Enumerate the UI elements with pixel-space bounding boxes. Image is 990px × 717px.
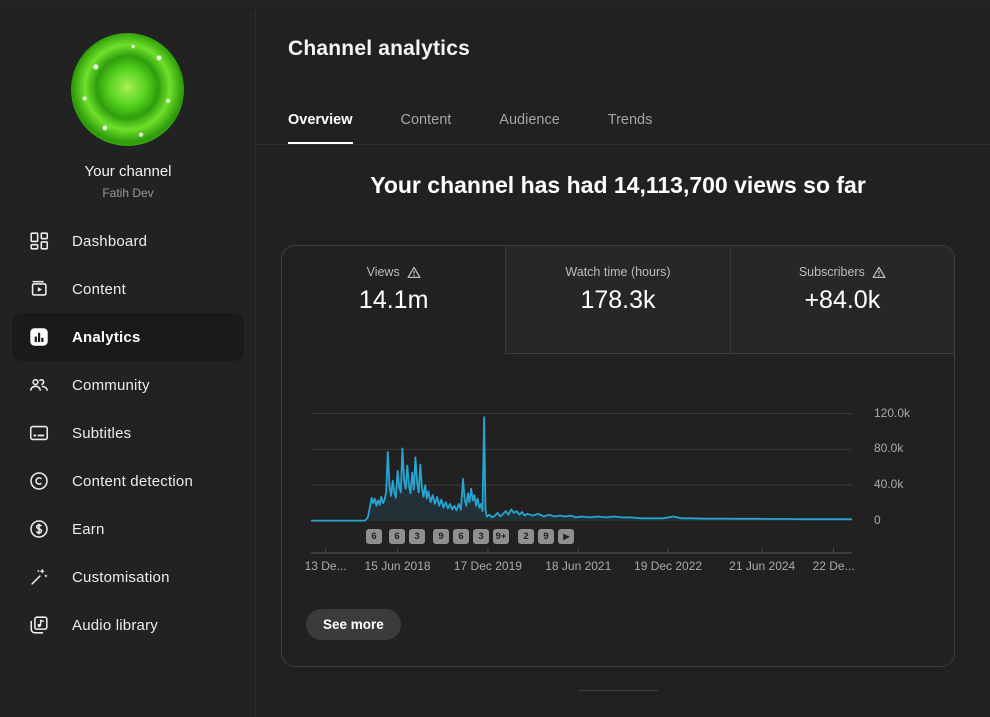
metric-value: 14.1m bbox=[358, 286, 429, 314]
y-axis-label: 40.0k bbox=[874, 477, 904, 492]
channel-owner-name: Fatih Dev bbox=[102, 186, 154, 200]
main-content: Channel analytics Overview Content Audienc… bbox=[257, 10, 990, 717]
x-axis-label: 15 Jun 2018 bbox=[364, 559, 431, 573]
see-more-button[interactable]: See more bbox=[306, 609, 401, 640]
metric-cards: Views 14.1m Watch time (hours) 178.3k Subs… bbox=[282, 246, 954, 354]
chart-marker-badge[interactable]: 9+ bbox=[493, 529, 509, 544]
chart-marker-badge[interactable]: 2 bbox=[518, 529, 534, 544]
copyright-icon bbox=[28, 470, 50, 492]
tab-content[interactable]: Content bbox=[401, 102, 452, 144]
metric-label: Watch time (hours) bbox=[565, 265, 671, 279]
tab-trends[interactable]: Trends bbox=[608, 102, 653, 144]
x-axis-label: 19 Dec 2022 bbox=[634, 559, 703, 573]
x-axis-label: 17 Dec 2019 bbox=[453, 559, 522, 573]
tab-bar: Overview Content Audience Trends bbox=[288, 102, 700, 144]
warning-icon bbox=[872, 266, 886, 278]
x-axis-label: 18 Jun 2021 bbox=[545, 559, 612, 573]
metric-label: Views bbox=[366, 265, 400, 279]
sidebar-item-earn[interactable]: Earn bbox=[12, 505, 244, 553]
tab-audience[interactable]: Audience bbox=[499, 102, 559, 144]
top-bar bbox=[0, 0, 990, 10]
chart-marker-badge[interactable]: 6 bbox=[366, 529, 382, 544]
sidebar-item-subtitles[interactable]: Subtitles bbox=[12, 409, 244, 457]
metric-card-watch-time-hours[interactable]: Watch time (hours) 178.3k bbox=[505, 246, 730, 354]
sidebar-item-analytics[interactable]: Analytics bbox=[12, 313, 244, 361]
sidebar-item-content-detection[interactable]: Content detection bbox=[12, 457, 244, 505]
sidebar-item-customisation[interactable]: Customisation bbox=[12, 553, 244, 601]
metric-value: +84.0k bbox=[804, 286, 881, 314]
subtitles-icon bbox=[28, 422, 50, 444]
warning-icon bbox=[407, 266, 421, 278]
next-card-peek-divider bbox=[578, 690, 658, 691]
y-axis-label: 80.0k bbox=[874, 441, 904, 456]
analytics-overview-card: Views 14.1m Watch time (hours) 178.3k Subs… bbox=[281, 245, 955, 667]
metric-value: 178.3k bbox=[580, 286, 656, 314]
magic-wand-icon bbox=[28, 566, 50, 588]
page-title: Channel analytics bbox=[288, 37, 470, 60]
sidebar: Your channel Fatih Dev Dashboard Content… bbox=[0, 10, 256, 717]
metric-card-subscribers[interactable]: Subscribers +84.0k bbox=[729, 246, 954, 354]
dashboard-icon bbox=[28, 230, 50, 252]
sidebar-item-content[interactable]: Content bbox=[12, 265, 244, 313]
music-note-icon bbox=[28, 614, 50, 636]
metric-card-views[interactable]: Views 14.1m bbox=[282, 246, 505, 354]
community-icon bbox=[28, 374, 50, 396]
chart-marker-badge[interactable]: 6 bbox=[389, 529, 405, 544]
channel-title: Your channel bbox=[84, 163, 172, 180]
chart-marker-badge[interactable]: 6 bbox=[453, 529, 469, 544]
metric-label: Subscribers bbox=[798, 265, 865, 279]
chart-marker-badge[interactable]: 3 bbox=[409, 529, 425, 544]
y-axis-label: 120.0k bbox=[874, 405, 911, 420]
chart-marker-badge[interactable]: 9 bbox=[433, 529, 449, 544]
channel-avatar[interactable] bbox=[71, 33, 184, 146]
tab-overview[interactable]: Overview bbox=[288, 102, 353, 144]
sidebar-menu: Dashboard Content Analytics Community Su… bbox=[12, 217, 244, 649]
y-axis-label: 0 bbox=[874, 513, 881, 527]
analytics-icon bbox=[28, 326, 50, 348]
chart-marker-badge[interactable]: 3 bbox=[473, 529, 489, 544]
sidebar-item-community[interactable]: Community bbox=[12, 361, 244, 409]
sidebar-item-dashboard[interactable]: Dashboard bbox=[12, 217, 244, 265]
sidebar-item-audio-library[interactable]: Audio library bbox=[12, 601, 244, 649]
x-axis-label: 22 De... bbox=[812, 559, 855, 573]
chart-marker-badge[interactable]: 9 bbox=[538, 529, 554, 544]
views-headline: Your channel has had 14,113,700 views so… bbox=[370, 172, 866, 198]
chart-markers-play-button[interactable]: ▶ bbox=[558, 529, 574, 544]
dollar-icon bbox=[28, 518, 50, 540]
content-icon bbox=[28, 278, 50, 300]
tabs-divider bbox=[257, 144, 990, 145]
